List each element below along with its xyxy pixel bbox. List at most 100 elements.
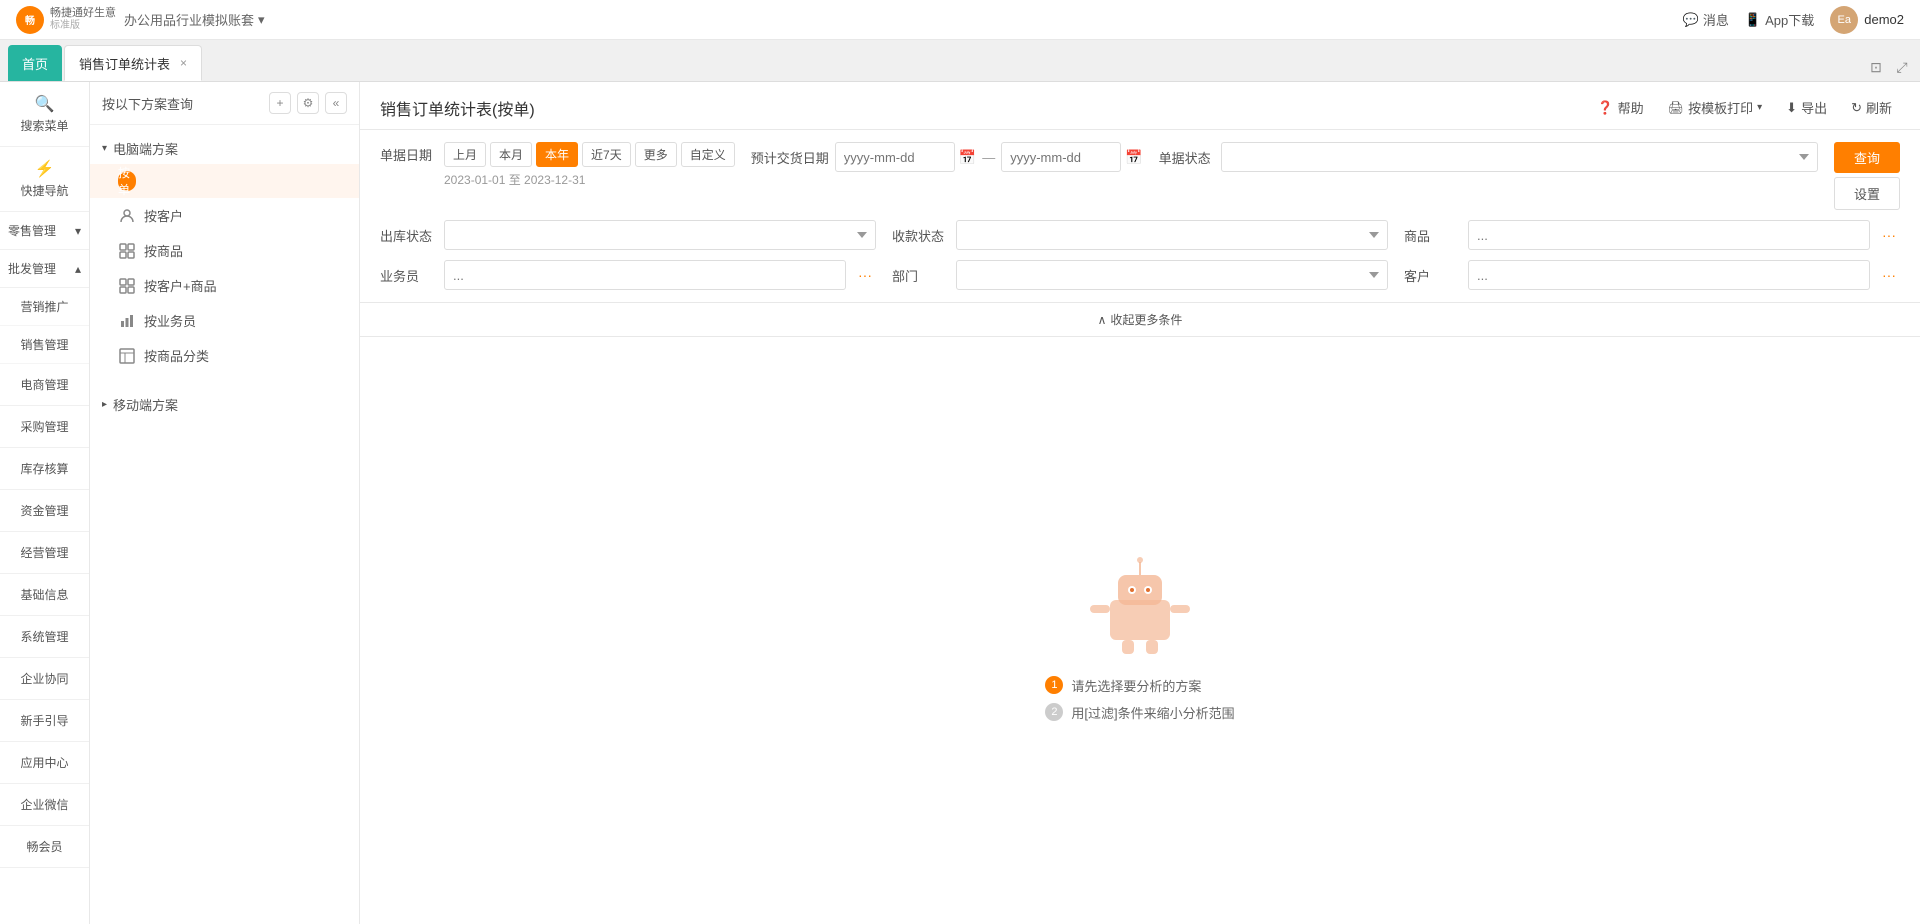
status-filter-group: 单据状态 [1159,142,1818,172]
print-dropdown-icon: ▾ [1757,102,1762,113]
sidebar-item-finance[interactable]: 资金管理 [0,490,89,532]
scheme-item-by-customer-goods[interactable]: 按客户+商品 [90,268,359,303]
sidebar-item-wholesale[interactable]: 批发管理 ▴ [0,250,89,288]
left-panel: 按以下方案查询 + ⚙ « ▾ [90,82,360,924]
print-button[interactable]: 🖨 按模板打印 ▾ [1660,94,1771,121]
chevron-down-icon: ▾ [75,224,81,238]
payment-select[interactable] [956,220,1388,250]
tab-bar: 首页 销售订单统计表 × ⊡ ⤢ [0,40,1920,82]
left-panel-icons: + ⚙ « [269,92,347,114]
scheme-item-by-staff[interactable]: 按业务员 [90,303,359,338]
right-main: 销售订单统计表(按单) ❓ 帮助 🖨 按模板打印 ▾ ⬇ [360,82,1920,924]
sidebar-item-member[interactable]: 畅会员 [0,826,89,868]
empty-state: 1 请先选择要分析的方案 2 用[过滤]条件来缩小分析范围 [360,337,1920,924]
mobile-scheme-header[interactable]: ▸ 移动端方案 [90,389,359,420]
goods-input[interactable] [1468,220,1870,250]
status-select[interactable] [1221,142,1818,172]
sidebar-item-newuser[interactable]: 新手引导 [0,700,89,742]
query-btn-group: 查询 设置 [1834,142,1900,210]
sidebar-item-ecommerce[interactable]: 电商管理 [0,364,89,406]
sidebar-item-wechat[interactable]: 企业微信 [0,784,89,826]
expected-date-end-input[interactable] [1001,142,1121,172]
sidebar-item-quicknav[interactable]: ⚡ 快捷导航 [0,147,89,212]
scheme-item-by-goods[interactable]: 按商品 [90,233,359,268]
tab-close-icon[interactable]: × [180,56,187,70]
customer-input[interactable] [1468,260,1870,290]
query-button[interactable]: 查询 [1834,142,1900,173]
empty-step-2: 2 用[过滤]条件来缩小分析范围 [1045,703,1234,722]
expected-date-end-wrap: 📅 [1001,142,1142,172]
scheme-settings-button[interactable]: ⚙ [297,92,319,114]
sidebar-item-operations[interactable]: 经营管理 [0,532,89,574]
page-header-actions: ❓ 帮助 🖨 按模板打印 ▾ ⬇ 导出 ↻ [1589,94,1900,121]
goods-filter-cell: 商品 ··· [1404,220,1900,250]
status-label: 单据状态 [1159,148,1215,167]
add-scheme-button[interactable]: + [269,92,291,114]
date-filter-group: 单据日期 上月 本月 本年 近7天 更多 自定义 [380,142,735,188]
sidebar-item-sales[interactable]: 销售管理 [0,326,89,364]
app-name: 畅捷通好生意 标准版 [50,7,116,32]
chevron-down-icon: ▾ [102,143,107,154]
collapse-icon: « [333,96,340,110]
collapse-panel-button[interactable]: « [325,92,347,114]
date-custom-btn[interactable]: 自定义 [681,142,735,167]
grid-icon [118,242,136,260]
sidebar-item-appcenter[interactable]: 应用中心 [0,742,89,784]
tab-home[interactable]: 首页 [8,45,62,81]
sidebar-item-inventory[interactable]: 库存核算 [0,448,89,490]
tab-sales-stat[interactable]: 销售订单统计表 × [64,45,202,81]
calendar-start-icon[interactable]: 📅 [959,149,976,166]
print-icon: 🖨 [1668,100,1685,116]
search-icon: 🔍 [35,94,55,114]
delivery-select[interactable] [444,220,876,250]
tab-restore-icon[interactable]: ⊡ [1866,57,1886,77]
date-last-month-btn[interactable]: 上月 [444,142,486,167]
page-title: 销售订单统计表(按单) [380,96,535,120]
dept-select[interactable] [956,260,1388,290]
date-this-month-btn[interactable]: 本月 [490,142,532,167]
scheme-item-by-goods-category[interactable]: 按商品分类 [90,338,359,373]
expected-date-start-wrap: 📅 [835,142,976,172]
expected-date-start-input[interactable] [835,142,955,172]
sidebar-item-retail[interactable]: 零售管理 ▾ [0,212,89,250]
sidebar: 🔍 搜索菜单 ⚡ 快捷导航 零售管理 ▾ 批发管理 ▴ 营销推广 销售管理 电商… [0,82,90,924]
export-button[interactable]: ⬇ 导出 [1778,94,1835,121]
empty-step-1: 1 请先选择要分析的方案 [1045,676,1234,695]
date-this-year-btn[interactable]: 本年 [536,142,578,167]
user-area[interactable]: Ea demo2 [1830,6,1904,34]
collapse-button[interactable]: ∧ 收起更多条件 [1098,311,1183,328]
page-body: 按以下方案查询 + ⚙ « ▾ [90,82,1920,924]
avatar: Ea [1830,6,1858,34]
filter-row-2: 出库状态 收款状态 商品 ··· [380,220,1900,250]
sidebar-item-enterprise[interactable]: 企业协同 [0,658,89,700]
svg-text:畅: 畅 [25,14,35,27]
sidebar-item-purchase[interactable]: 采购管理 [0,406,89,448]
date-more-btn[interactable]: 更多 [635,142,677,167]
scheme-item-by-order[interactable]: 按单 [90,164,359,198]
quicknav-icon: ⚡ [35,159,55,179]
sidebar-item-basic[interactable]: 基础信息 [0,574,89,616]
delivery-filter-cell: 出库状态 [380,220,876,250]
sidebar-item-search[interactable]: 🔍 搜索菜单 [0,82,89,147]
table-icon [118,347,136,365]
staff-label: 业务员 [380,266,436,285]
refresh-button[interactable]: ↻ 刷新 [1843,94,1900,121]
message-button[interactable]: 💬 消息 [1683,10,1729,29]
staff-more-icon[interactable]: ··· [854,267,876,283]
sidebar-item-marketing[interactable]: 营销推广 [0,288,89,326]
calendar-end-icon[interactable]: 📅 [1125,149,1142,166]
date-filter-row: 单据日期 上月 本月 本年 近7天 更多 自定义 [380,142,735,167]
help-button[interactable]: ❓ 帮助 [1589,94,1651,121]
tab-maximize-icon[interactable]: ⤢ [1892,57,1912,77]
settings-button[interactable]: 设置 [1834,177,1900,210]
goods-more-icon[interactable]: ··· [1878,227,1900,243]
app-download-button[interactable]: 📱 App下载 [1745,10,1814,29]
date-last7-btn[interactable]: 近7天 [582,142,631,167]
pc-scheme-header[interactable]: ▾ 电脑端方案 [90,133,359,164]
date-label: 单据日期 [380,145,436,164]
message-icon: 💬 [1683,12,1699,28]
sidebar-item-system[interactable]: 系统管理 [0,616,89,658]
scheme-item-by-customer[interactable]: 按客户 [90,198,359,233]
staff-input[interactable] [444,260,846,290]
customer-more-icon[interactable]: ··· [1878,267,1900,283]
